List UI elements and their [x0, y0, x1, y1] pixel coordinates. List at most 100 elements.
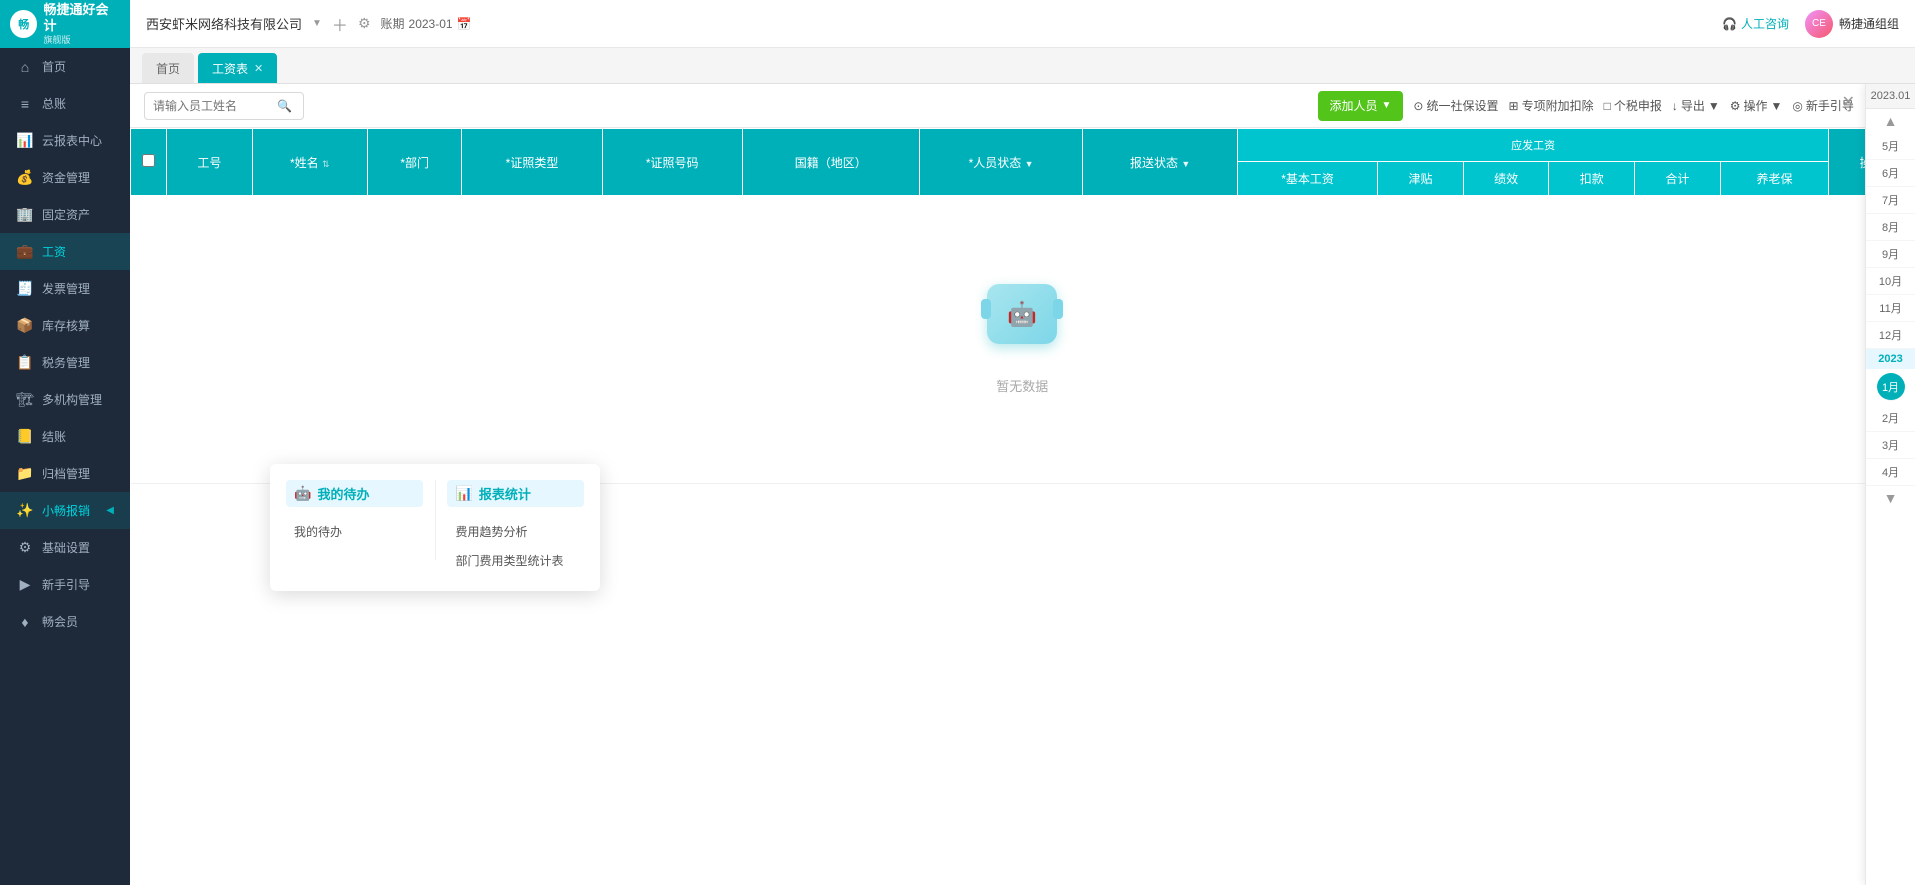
col-deduction: 扣款: [1549, 162, 1635, 196]
guide-icon: ◎: [1792, 99, 1802, 113]
service-button[interactable]: 🎧 人工咨询: [1722, 15, 1789, 32]
service-label: 人工咨询: [1741, 15, 1789, 32]
sidebar-label-settings: 基础设置: [42, 539, 90, 556]
sidebar-item-close[interactable]: 📒 结账: [0, 418, 130, 455]
sidebar-item-archive[interactable]: 📁 归档管理: [0, 455, 130, 492]
month-item-6[interactable]: 6月: [1866, 160, 1915, 187]
assets-icon: 🏢: [16, 206, 34, 223]
col-number: 工号: [167, 129, 253, 196]
col-pension: 养老保: [1720, 162, 1828, 196]
month-item-4[interactable]: 4月: [1866, 459, 1915, 486]
popup-todo-label: 我的待办: [317, 484, 369, 503]
popup-divider: [435, 480, 436, 560]
month-panel: 2023.01 ▲ 5月 6月 7月 8月 9月 10月 11月 12月 202…: [1865, 84, 1915, 885]
invoice-icon: 🧾: [16, 280, 34, 297]
period-label: 账期 2023-01 📅: [381, 15, 472, 32]
company-dropdown-icon[interactable]: ▼: [312, 18, 322, 29]
tab-close-icon[interactable]: ✕: [254, 62, 263, 75]
send-filter-icon[interactable]: ▼: [1181, 159, 1190, 169]
salary-table: 工号 *姓名 ⇅ *部门 *证照类型 *证照号码 国籍（地区） *人员状态 ▼: [130, 128, 1915, 484]
popup-todo-title[interactable]: 🤖 我的待办: [286, 480, 423, 507]
sidebar-item-ledger[interactable]: ≡ 总账: [0, 85, 130, 122]
search-box[interactable]: 🔍: [144, 92, 304, 120]
sidebar-item-report[interactable]: 📊 云报表中心: [0, 122, 130, 159]
tax-icon: □: [1604, 99, 1611, 113]
sidebar-label-expense: 小畅报销: [42, 502, 90, 519]
operation-button[interactable]: ⚙ 操作 ▼: [1730, 97, 1783, 114]
month-item-8[interactable]: 8月: [1866, 214, 1915, 241]
col-status: *人员状态 ▼: [919, 129, 1083, 196]
add-person-button[interactable]: 添加人员 ▼: [1318, 91, 1404, 121]
report-icon: 📊: [16, 132, 34, 149]
period-value: 2023-01: [409, 17, 453, 31]
sidebar-item-finance[interactable]: 💰 资金管理: [0, 159, 130, 196]
month-nav-up[interactable]: ▲: [1866, 109, 1915, 133]
add-person-label: 添加人员: [1330, 97, 1378, 114]
month-item-11[interactable]: 11月: [1866, 295, 1915, 322]
name-sort-icon[interactable]: ⇅: [322, 159, 330, 169]
month-item-7[interactable]: 7月: [1866, 187, 1915, 214]
user-menu[interactable]: CE 畅捷通组组: [1805, 10, 1899, 38]
col-nationality: 国籍（地区）: [742, 129, 919, 196]
month-item-9[interactable]: 9月: [1866, 241, 1915, 268]
sidebar-item-expense[interactable]: ✨ 小畅报销 ◀: [0, 492, 130, 529]
sidebar-label-multi: 多机构管理: [42, 391, 102, 408]
month-item-3[interactable]: 3月: [1866, 432, 1915, 459]
add-company-button[interactable]: ＋: [332, 12, 348, 36]
special-deduction-button[interactable]: ⊞ 专项附加扣除: [1509, 97, 1594, 114]
select-all-checkbox[interactable]: [142, 154, 155, 167]
finance-icon: 💰: [16, 169, 34, 186]
sidebar-item-member[interactable]: ♦ 畅会员: [0, 603, 130, 640]
tab-salary[interactable]: 工资表 ✕: [198, 53, 277, 83]
month-item-12[interactable]: 12月: [1866, 322, 1915, 349]
popup-item-my-todo[interactable]: 我的待办: [286, 517, 423, 546]
sidebar-item-salary[interactable]: 💼 工资: [0, 233, 130, 270]
month-panel-close-button[interactable]: ✕: [1842, 92, 1855, 112]
sidebar-item-assets[interactable]: 🏢 固定资产: [0, 196, 130, 233]
robot-face-icon: 🤖: [1007, 300, 1037, 329]
tax-report-button[interactable]: □ 个税申报: [1604, 97, 1662, 114]
social-security-button[interactable]: ⊙ 统一社保设置: [1413, 97, 1498, 114]
col-allowance: 津贴: [1378, 162, 1464, 196]
popup-item-cost-trend[interactable]: 费用趋势分析: [447, 517, 584, 546]
sidebar-item-inventory[interactable]: 📦 库存核算: [0, 307, 130, 344]
logo-text: 畅捷通好会计: [43, 2, 120, 33]
month-nav-down[interactable]: ▼: [1866, 486, 1915, 510]
export-arrow-icon: ▼: [1708, 99, 1720, 113]
sidebar-item-settings[interactable]: ⚙ 基础设置: [0, 529, 130, 566]
sidebar-item-guide[interactable]: ▶ 新手引导: [0, 566, 130, 603]
archive-icon: 📁: [16, 465, 34, 482]
month-item-10[interactable]: 10月: [1866, 268, 1915, 295]
logo-icon: 畅: [10, 10, 37, 38]
popup-report-title[interactable]: 📊 报表统计: [447, 480, 584, 507]
sidebar-item-multi[interactable]: 🏗 多机构管理: [0, 381, 130, 418]
home-icon: ⌂: [16, 59, 34, 75]
todo-icon: 🤖: [294, 485, 311, 502]
col-dept: *部门: [367, 129, 462, 196]
tab-home[interactable]: 首页: [142, 53, 194, 83]
calendar-icon[interactable]: 📅: [457, 17, 472, 31]
sidebar-label-close: 结账: [42, 428, 66, 445]
month-item-5[interactable]: 5月: [1866, 133, 1915, 160]
search-icon[interactable]: 🔍: [277, 99, 292, 113]
sidebar-label-tax: 税务管理: [42, 354, 90, 371]
month-item-1-active[interactable]: 1月: [1877, 373, 1905, 401]
sidebar-label-member: 畅会员: [42, 613, 78, 630]
sidebar-label-report: 云报表中心: [42, 132, 102, 149]
sidebar-item-home[interactable]: ⌂ 首页: [0, 48, 130, 85]
popup-item-dept-cost[interactable]: 部门费用类型统计表: [447, 546, 584, 575]
col-send-status: 报送状态 ▼: [1083, 129, 1238, 196]
export-button[interactable]: ↓ 导出 ▼: [1672, 97, 1720, 114]
company-name: 西安虾米网络科技有限公司: [146, 14, 302, 33]
sidebar-item-invoice[interactable]: 🧾 发票管理: [0, 270, 130, 307]
month-item-2[interactable]: 2月: [1866, 405, 1915, 432]
op-icon: ⚙: [1730, 99, 1741, 113]
settings-button[interactable]: ⚙: [358, 15, 371, 32]
multi-icon: 🏗: [16, 391, 34, 408]
sidebar-item-tax[interactable]: 📋 税务管理: [0, 344, 130, 381]
empty-robot-illustration: 🤖: [972, 284, 1072, 364]
social-icon: ⊙: [1413, 99, 1423, 113]
search-input[interactable]: [153, 99, 273, 113]
status-filter-icon[interactable]: ▼: [1025, 159, 1034, 169]
sidebar-label-finance: 资金管理: [42, 169, 90, 186]
